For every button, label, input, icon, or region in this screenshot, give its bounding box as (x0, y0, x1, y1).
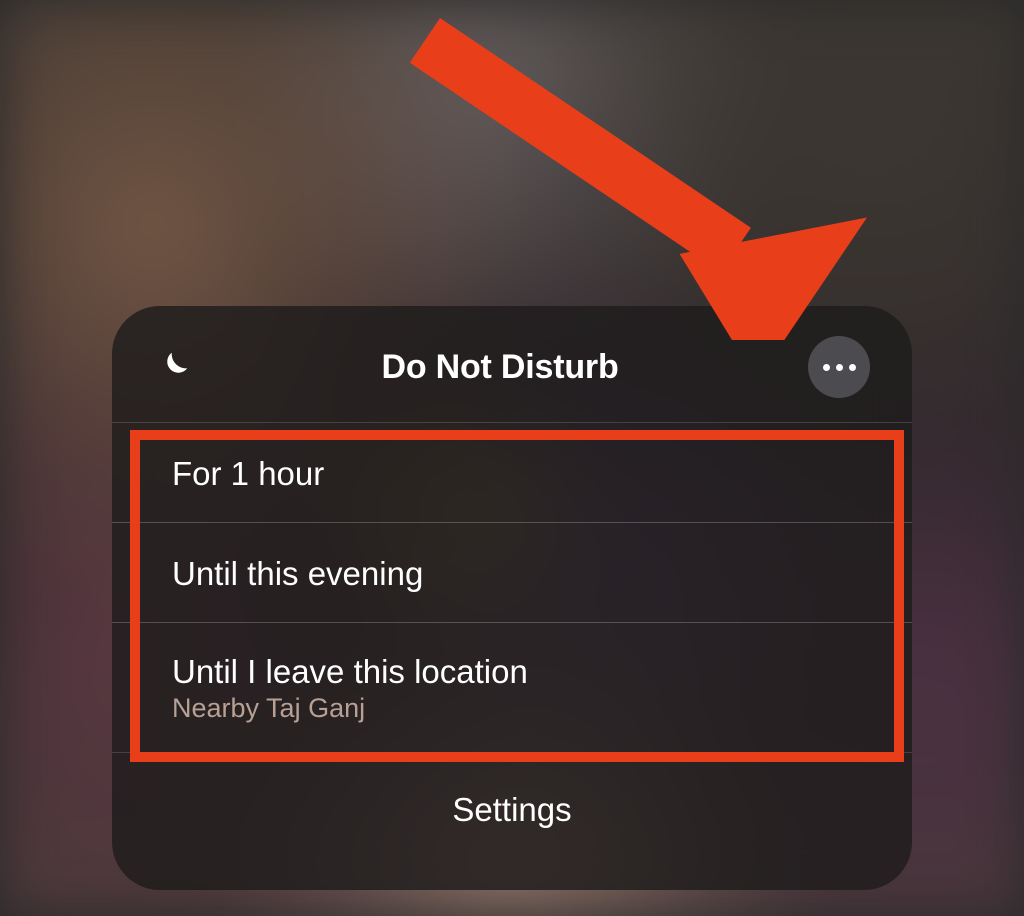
panel-title: Do Not Disturb (192, 348, 808, 387)
dnd-panel: Do Not Disturb For 1 hour Until this eve… (112, 306, 912, 890)
settings-label: Settings (112, 791, 912, 829)
moon-icon (154, 348, 192, 386)
more-button[interactable] (808, 336, 870, 398)
option-until-evening[interactable]: Until this evening (112, 522, 912, 622)
panel-header: Do Not Disturb (112, 306, 912, 422)
option-label: For 1 hour (172, 455, 852, 493)
option-label: Until I leave this location (172, 653, 852, 691)
option-until-leave-location[interactable]: Until I leave this location Nearby Taj G… (112, 622, 912, 752)
more-icon (823, 364, 856, 371)
settings-button[interactable]: Settings (112, 752, 912, 829)
option-label: Until this evening (172, 555, 852, 593)
option-for-1-hour[interactable]: For 1 hour (112, 422, 912, 522)
options-list: For 1 hour Until this evening Until I le… (112, 422, 912, 752)
option-sublabel: Nearby Taj Ganj (172, 693, 852, 724)
